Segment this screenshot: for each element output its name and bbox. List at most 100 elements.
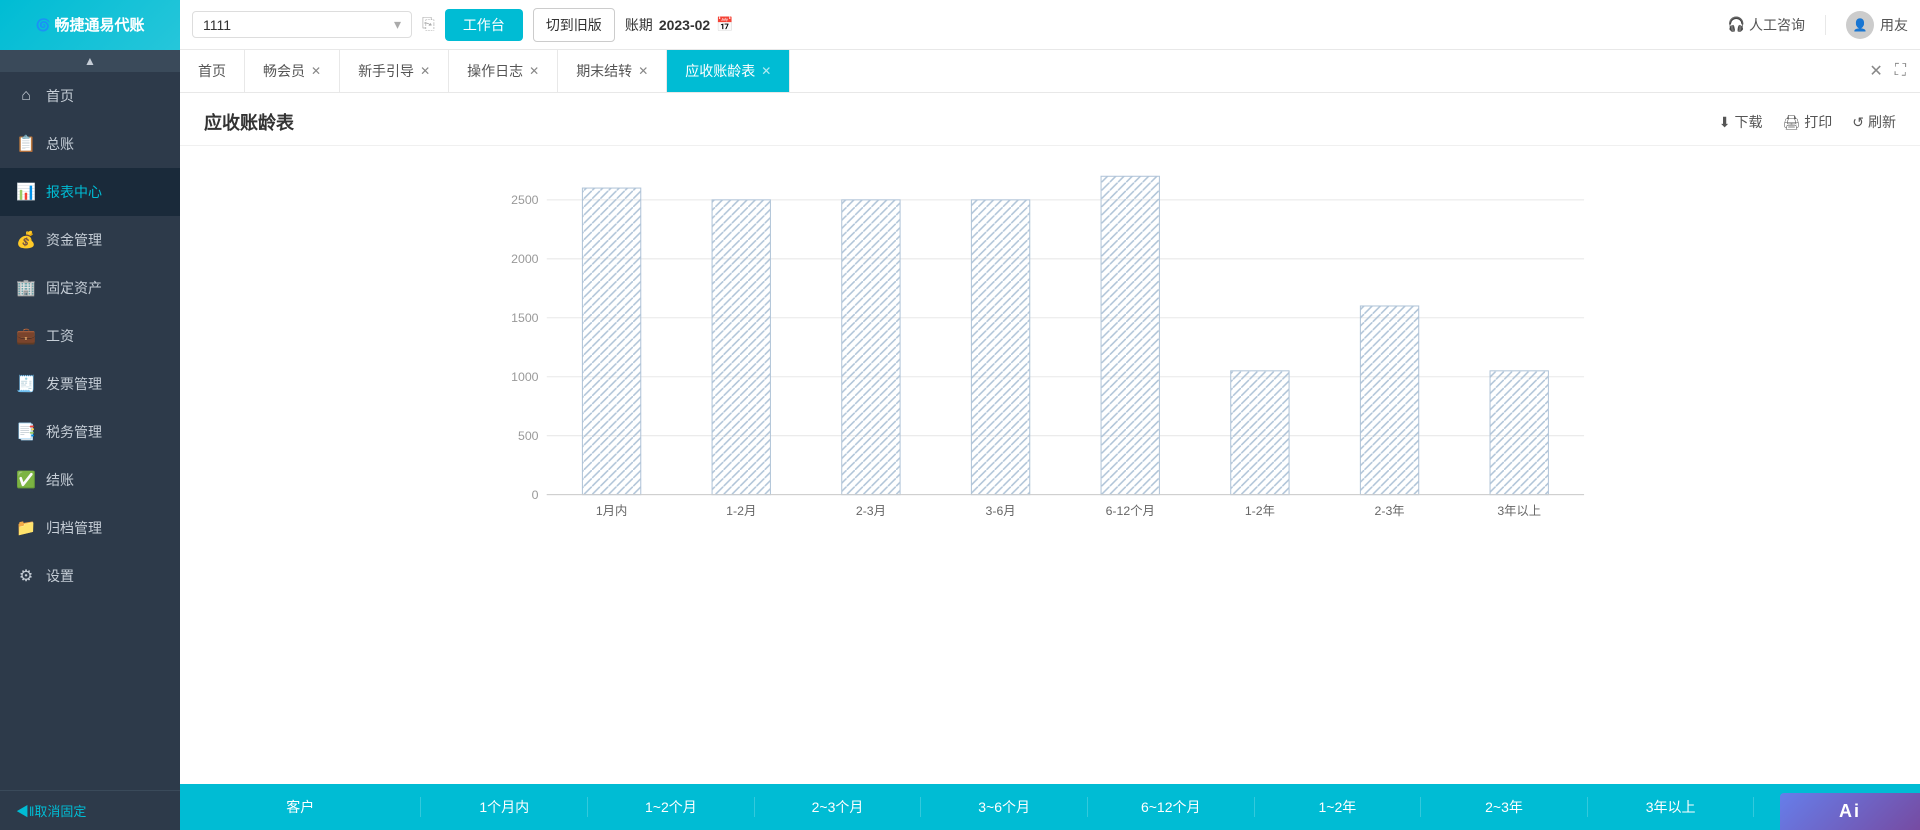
- print-icon: 🖨: [1782, 114, 1800, 131]
- sidebar-item-ledger[interactable]: 📋 总账: [0, 120, 180, 168]
- tab-home[interactable]: 首页: [180, 50, 245, 92]
- tabs-right: ✕ ⛶: [1865, 57, 1920, 85]
- tab-label: 首页: [198, 61, 226, 81]
- tab-label: 畅会员: [263, 61, 305, 81]
- tab-guide[interactable]: 新手引导 ✕: [340, 50, 449, 92]
- reports-icon: 📊: [16, 182, 36, 202]
- download-button[interactable]: ⬇ 下载: [1719, 112, 1763, 132]
- tab-close-icon[interactable]: ✕: [761, 64, 771, 78]
- sidebar-item-tax[interactable]: 📑 税务管理: [0, 408, 180, 456]
- tax-icon: 📑: [16, 422, 36, 442]
- expand-icon[interactable]: ⛶: [1891, 58, 1910, 84]
- workspace-button[interactable]: 工作台: [445, 9, 523, 41]
- svg-text:1-2年: 1-2年: [1245, 504, 1275, 518]
- svg-text:1月内: 1月内: [596, 504, 627, 518]
- invoice-icon: 🧾: [16, 374, 36, 394]
- calendar-icon[interactable]: 📅: [716, 16, 733, 33]
- headset-icon: 🎧: [1728, 16, 1745, 33]
- table-header-col-7: 2~3年: [1421, 797, 1588, 817]
- sidebar-item-label: 工资: [46, 326, 74, 346]
- svg-text:0: 0: [532, 488, 539, 502]
- sidebar-item-payroll[interactable]: 💼 工资: [0, 312, 180, 360]
- sidebar-item-fixed-assets[interactable]: 🏢 固定资产: [0, 264, 180, 312]
- tab-close-icon[interactable]: ✕: [311, 64, 321, 78]
- sidebar-item-label: 固定资产: [46, 278, 102, 298]
- sidebar-footer[interactable]: ◀‖取消固定: [0, 790, 180, 830]
- company-selector[interactable]: 1111 ▾: [192, 11, 412, 38]
- chevron-down-icon: ▾: [394, 16, 401, 33]
- close-all-icon[interactable]: ✕: [1865, 57, 1886, 85]
- page-title: 应收账龄表: [204, 109, 294, 135]
- sidebar-item-label: 归档管理: [46, 518, 102, 538]
- svg-text:3-6月: 3-6月: [986, 504, 1016, 518]
- tab-period-end[interactable]: 期末结转✕: [558, 50, 667, 92]
- fixed-assets-icon: 🏢: [16, 278, 36, 298]
- sidebar-item-home[interactable]: ⌂ 首页: [0, 72, 180, 120]
- svg-text:2-3年: 2-3年: [1375, 504, 1405, 518]
- sidebar-item-archive[interactable]: 📁 归档管理: [0, 504, 180, 552]
- sidebar-item-settle[interactable]: ✅ 结账: [0, 456, 180, 504]
- table-header-col-0: 客户: [180, 797, 421, 817]
- sidebar-item-label: 总账: [46, 134, 74, 154]
- sidebar-item-label: 发票管理: [46, 374, 102, 394]
- svg-text:3年以上: 3年以上: [1497, 504, 1541, 518]
- table-header-col-2: 1~2个月: [588, 797, 755, 817]
- tab-member[interactable]: 畅会员 ✕: [245, 50, 340, 92]
- tabs-bar: 首页畅会员✕新手引导✕操作日志✕期末结转✕应收账龄表✕ ✕ ⛶: [180, 50, 1920, 93]
- svg-text:2000: 2000: [511, 252, 539, 266]
- print-button[interactable]: 🖨 打印: [1782, 112, 1832, 132]
- avatar: 👤: [1846, 11, 1874, 39]
- sidebar-item-label: 税务管理: [46, 422, 102, 442]
- tab-label: 应收账龄表: [685, 61, 755, 81]
- sidebar-item-label: 结账: [46, 470, 74, 490]
- table-header-col-8: 3年以上: [1588, 797, 1755, 817]
- settle-icon: ✅: [16, 470, 36, 490]
- sidebar-item-label: 设置: [46, 566, 74, 586]
- ai-badge[interactable]: Ai: [1780, 793, 1920, 830]
- settings-icon: ⚙: [16, 566, 36, 586]
- tab-close-icon[interactable]: ✕: [420, 64, 430, 78]
- table-header-col-5: 6~12个月: [1088, 797, 1255, 817]
- svg-text:1-2月: 1-2月: [726, 504, 756, 518]
- svg-text:6-12个月: 6-12个月: [1106, 504, 1155, 518]
- tab-label: 新手引导: [358, 61, 414, 81]
- table-header-col-4: 3~6个月: [921, 797, 1088, 817]
- copy-icon[interactable]: ⎘: [422, 16, 435, 34]
- tab-close-icon[interactable]: ✕: [529, 64, 539, 78]
- sidebar-item-label: 首页: [46, 86, 74, 106]
- tab-oplog[interactable]: 操作日志 ✕: [449, 50, 558, 92]
- payroll-icon: 💼: [16, 326, 36, 346]
- app-logo: 🌀 畅捷通易代账: [0, 0, 180, 50]
- refresh-icon: ↺: [1852, 114, 1864, 131]
- consult-button[interactable]: 🎧 人工咨询: [1728, 15, 1805, 35]
- chart-svg: 050010001500200025001月内1-2月2-3月3-6月6-12个…: [204, 166, 1896, 546]
- sidebar-item-reports[interactable]: 📊 报表中心: [0, 168, 180, 216]
- page-header: 应收账龄表 ⬇ 下载 🖨 打印 ↺ 刷新: [180, 93, 1920, 146]
- sidebar-item-settings[interactable]: ⚙ 设置: [0, 552, 180, 600]
- tab-label: 操作日志: [467, 61, 523, 81]
- home-icon: ⌂: [16, 87, 36, 105]
- tab-close-icon[interactable]: ✕: [638, 64, 648, 78]
- svg-text:2-3月: 2-3月: [856, 504, 886, 518]
- table-header: 客户1个月内1~2个月2~3个月3~6个月6~12个月1~2年2~3年3年以上合…: [180, 784, 1920, 830]
- sidebar-item-label: 报表中心: [46, 182, 102, 202]
- table-header-col-6: 1~2年: [1255, 797, 1422, 817]
- switch-button[interactable]: 切到旧版: [533, 8, 615, 42]
- page-actions: ⬇ 下载 🖨 打印 ↺ 刷新: [1719, 112, 1896, 132]
- table-header-col-3: 2~3个月: [755, 797, 922, 817]
- user-menu[interactable]: 👤 用友: [1846, 11, 1908, 39]
- refresh-button[interactable]: ↺ 刷新: [1852, 112, 1896, 132]
- period-info: 账期 2023-02 📅: [625, 15, 734, 35]
- download-icon: ⬇: [1719, 114, 1731, 131]
- archive-icon: 📁: [16, 518, 36, 538]
- page-content: 应收账龄表 ⬇ 下载 🖨 打印 ↺ 刷新: [180, 93, 1920, 830]
- divider: [1825, 15, 1826, 35]
- sidebar-item-invoice[interactable]: 🧾 发票管理: [0, 360, 180, 408]
- ledger-icon: 📋: [16, 134, 36, 154]
- sidebar-item-funds[interactable]: 💰 资金管理: [0, 216, 180, 264]
- sidebar-scroll-up[interactable]: ▲: [0, 50, 180, 72]
- content-area: 首页畅会员✕新手引导✕操作日志✕期末结转✕应收账龄表✕ ✕ ⛶ 应收账龄表 ⬇ …: [180, 50, 1920, 830]
- funds-icon: 💰: [16, 230, 36, 250]
- svg-text:2500: 2500: [511, 193, 539, 207]
- tab-aging[interactable]: 应收账龄表 ✕: [667, 50, 790, 92]
